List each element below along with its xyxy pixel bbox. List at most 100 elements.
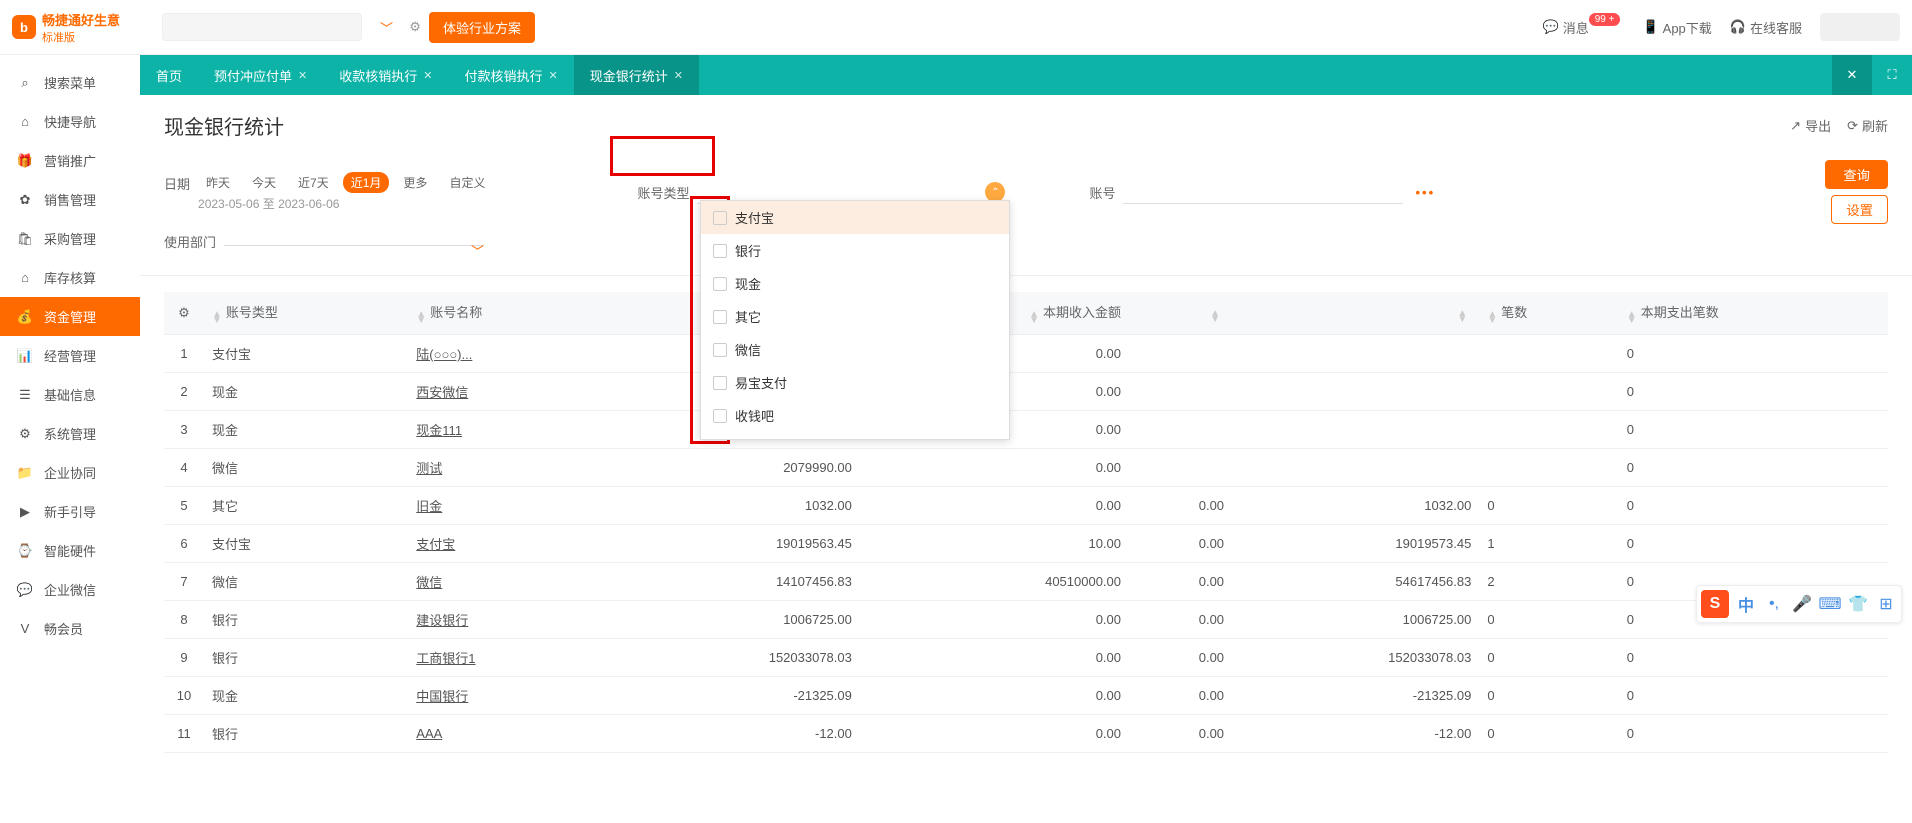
ime-toolbox-icon[interactable]: ⊞ (1875, 593, 1897, 615)
account-name-link[interactable]: 旧金 (416, 499, 442, 514)
table-header-5[interactable]: ▲▼ (1129, 292, 1232, 335)
table-header-2[interactable]: ▲▼账号名称 (408, 292, 612, 335)
sort-icon[interactable]: ▲▼ (1487, 312, 1497, 324)
org-selector[interactable] (162, 13, 362, 41)
gear-icon[interactable]: ⚙ (178, 305, 190, 320)
more-options-button[interactable]: ••• (1415, 185, 1435, 200)
ime-lang-button[interactable]: 中 (1735, 593, 1757, 615)
close-icon[interactable]: ✕ (549, 69, 558, 82)
checkbox[interactable] (713, 343, 727, 357)
date-pill-5[interactable]: 自定义 (441, 172, 493, 193)
ime-skin-icon[interactable]: 👕 (1847, 593, 1869, 615)
dropdown-option-1[interactable]: 银行 (701, 234, 1009, 267)
checkbox[interactable] (713, 409, 727, 423)
query-button[interactable]: 查询 (1825, 160, 1888, 189)
messages-link[interactable]: 💬 消息 99 + (1543, 18, 1625, 37)
dropdown-option-3[interactable]: 其它 (701, 300, 1009, 333)
dropdown-option-2[interactable]: 现金 (701, 267, 1009, 300)
ime-mic-icon[interactable]: 🎤 (1791, 593, 1813, 615)
tab-4[interactable]: 现金银行统计✕ (574, 55, 699, 95)
row-index: 5 (164, 487, 204, 525)
logo[interactable]: b 畅捷通好生意 标准版 (12, 10, 152, 45)
tab-1[interactable]: 预付冲应付单✕ (198, 55, 323, 95)
sidebar-item-5[interactable]: ⌂库存核算 (0, 258, 140, 297)
sidebar-item-14[interactable]: V畅会员 (0, 609, 140, 648)
close-icon[interactable]: ✕ (298, 69, 307, 82)
sidebar-item-4[interactable]: 🛍采购管理 (0, 219, 140, 258)
date-pill-4[interactable]: 更多 (395, 172, 435, 193)
avatar[interactable] (1820, 13, 1900, 41)
date-pill-1[interactable]: 今天 (244, 172, 284, 193)
sidebar-item-10[interactable]: 📁企业协同 (0, 453, 140, 492)
dropdown-option-5[interactable]: 易宝支付 (701, 366, 1009, 399)
refresh-button[interactable]: ⟳ 刷新 (1847, 116, 1888, 135)
checkbox[interactable] (713, 211, 727, 225)
sort-icon[interactable]: ▲▼ (212, 312, 222, 324)
app-download-link[interactable]: 📱 App下载 (1642, 18, 1711, 37)
checkbox[interactable] (713, 376, 727, 390)
dropdown-option-7[interactable]: 长沙银行 (701, 432, 1009, 440)
account-name-link[interactable]: 中国银行 (416, 689, 468, 704)
tab-0[interactable]: 首页 (140, 55, 198, 95)
account-name-link[interactable]: 支付宝 (416, 537, 455, 552)
close-icon[interactable]: ✕ (674, 69, 683, 82)
sidebar-item-13[interactable]: 💬企业微信 (0, 570, 140, 609)
ime-logo-icon[interactable]: S (1701, 590, 1729, 618)
trial-button[interactable]: 体验行业方案 (429, 12, 535, 43)
tab-3[interactable]: 付款核销执行✕ (448, 55, 573, 95)
account-name-link[interactable]: 陆(○○○)... (416, 347, 472, 362)
ime-punct-icon[interactable]: •, (1763, 593, 1785, 615)
fullscreen-button[interactable]: ⛶ (1872, 55, 1912, 95)
dropdown-option-0[interactable]: 支付宝 (701, 201, 1009, 234)
checkbox[interactable] (713, 277, 727, 291)
gear-icon[interactable]: ⚙ (401, 13, 429, 41)
sidebar-item-7[interactable]: 📊经营管理 (0, 336, 140, 375)
sidebar-item-0[interactable]: ⌕搜索菜单 (0, 63, 140, 102)
checkbox[interactable] (713, 310, 727, 324)
date-pill-0[interactable]: 昨天 (198, 172, 238, 193)
chevron-down-icon[interactable]: ﹀ (380, 18, 393, 37)
sidebar-item-12[interactable]: ⌚智能硬件 (0, 531, 140, 570)
checkbox[interactable] (713, 244, 727, 258)
table-header-7[interactable]: ▲▼笔数 (1479, 292, 1618, 335)
sort-icon[interactable]: ▲▼ (416, 312, 426, 324)
dropdown-option-6[interactable]: 收钱吧 (701, 399, 1009, 432)
account-name-link[interactable]: 现金111 (416, 423, 462, 438)
dropdown-option-4[interactable]: 微信 (701, 333, 1009, 366)
table-header-8[interactable]: ▲▼本期支出笔数 (1619, 292, 1888, 335)
sidebar-item-1[interactable]: ⌂快捷导航 (0, 102, 140, 141)
sidebar-item-3[interactable]: ✿销售管理 (0, 180, 140, 219)
sort-icon[interactable]: ▲▼ (1210, 311, 1220, 323)
ime-keyboard-icon[interactable]: ⌨ (1819, 593, 1841, 615)
sidebar-item-8[interactable]: ☰基础信息 (0, 375, 140, 414)
sort-icon[interactable]: ▲▼ (1627, 312, 1637, 324)
sort-icon[interactable]: ▲▼ (1029, 312, 1039, 324)
table-header-6[interactable]: ▲▼ (1232, 292, 1479, 335)
online-service-link[interactable]: 🎧 在线客服 (1730, 18, 1802, 37)
collapse-toggle[interactable]: ⌃ (985, 182, 1005, 202)
account-name-link[interactable]: 测试 (416, 461, 442, 476)
sidebar-item-9[interactable]: ⚙系统管理 (0, 414, 140, 453)
account-name-link[interactable]: 西安微信 (416, 385, 468, 400)
close-icon[interactable]: ✕ (423, 69, 432, 82)
dept-select[interactable]: ﹀ (224, 237, 484, 246)
date-pill-3[interactable]: 近1月 (343, 172, 390, 193)
export-button[interactable]: ↗ 导出 (1790, 116, 1831, 135)
sidebar-item-6[interactable]: 💰资金管理 (0, 297, 140, 336)
tab-2[interactable]: 收款核销执行✕ (323, 55, 448, 95)
settings-button[interactable]: 设置 (1831, 195, 1888, 224)
sidebar-item-11[interactable]: ▶新手引导 (0, 492, 140, 531)
date-pill-2[interactable]: 近7天 (290, 172, 337, 193)
close-all-tabs-button[interactable]: ✕ (1832, 55, 1872, 95)
account-name-link[interactable]: 工商银行1 (416, 651, 475, 666)
sort-icon[interactable]: ▲▼ (1457, 311, 1467, 323)
table-header-1[interactable]: ▲▼账号类型 (204, 292, 408, 335)
account-name-link[interactable]: 建设银行 (416, 613, 468, 628)
cell-name: AAA (408, 715, 612, 753)
account-name-link[interactable]: AAA (416, 726, 442, 741)
cell-out: 0 (1619, 525, 1888, 563)
account-name-link[interactable]: 微信 (416, 575, 442, 590)
account-input[interactable] (1123, 180, 1403, 204)
table-header-0[interactable]: ⚙ (164, 292, 204, 335)
sidebar-item-2[interactable]: 🎁营销推广 (0, 141, 140, 180)
